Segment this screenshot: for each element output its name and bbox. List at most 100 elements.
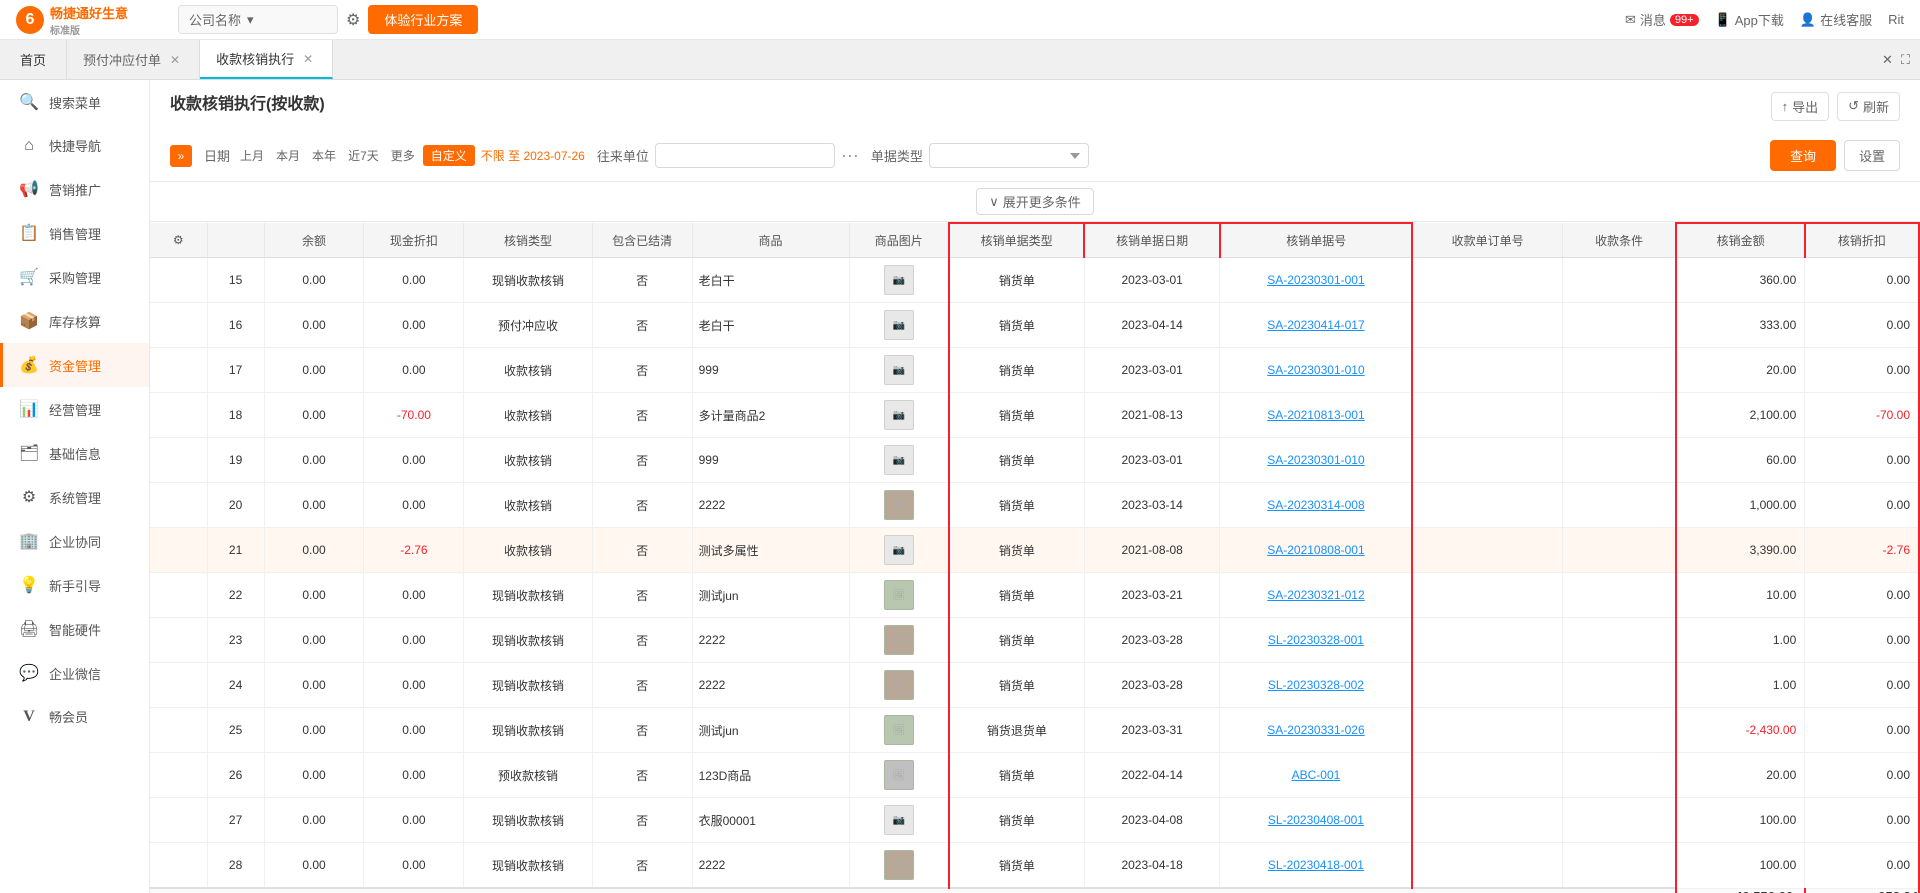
sidebar-item-search[interactable]: 🔍 搜索菜单: [0, 80, 149, 124]
wechat-icon: 💬: [19, 663, 39, 683]
sidebar-item-corp[interactable]: 🏢 企业协同: [0, 519, 149, 563]
cell-receipt-cond: [1562, 528, 1676, 573]
cell-bill-no[interactable]: SL-20230418-001: [1220, 843, 1413, 889]
maximize-icon[interactable]: ⛶: [1901, 52, 1910, 68]
cell-write-amount: 100.00: [1676, 843, 1804, 889]
cell-balance: 0.00: [264, 708, 364, 753]
sidebar-item-hardware[interactable]: 🖨 智能硬件: [0, 607, 149, 651]
close-window-icon[interactable]: ✕: [1882, 52, 1893, 68]
messages-btn[interactable]: ✉ 消息 99+: [1625, 10, 1699, 29]
tab-home[interactable]: 首页: [0, 40, 67, 79]
sidebar-item-finance[interactable]: 💰 资金管理: [0, 343, 149, 387]
cell-bill-no[interactable]: SA-20230301-010: [1220, 348, 1413, 393]
cell-goods: 999: [692, 438, 849, 483]
cell-bill-no[interactable]: SA-20230321-012: [1220, 573, 1413, 618]
col-receipt-order-no: 收款单订单号: [1412, 223, 1562, 258]
gear-icon[interactable]: ⚙: [346, 10, 360, 30]
industry-btn[interactable]: 体验行业方案: [368, 5, 478, 34]
partner-input[interactable]: [655, 143, 835, 168]
date-opt-this-year[interactable]: 本年: [308, 145, 340, 166]
cell-bill-no[interactable]: SA-20210808-001: [1220, 528, 1413, 573]
cell-bill-no[interactable]: SL-20230408-001: [1220, 798, 1413, 843]
top-bar-center: 公司名称 ▾ ⚙ 体验行业方案: [178, 5, 1613, 34]
cell-bill-no[interactable]: SA-20230331-026: [1220, 708, 1413, 753]
user-profile[interactable]: Rit: [1888, 12, 1904, 27]
cell-bill-no[interactable]: ABC-001: [1220, 753, 1413, 798]
sidebar-item-operation[interactable]: 📊 经营管理: [0, 387, 149, 431]
sidebar-item-purchase[interactable]: 🛒 采购管理: [0, 255, 149, 299]
filter-setting-btn[interactable]: 设置: [1844, 140, 1900, 171]
sidebar-item-quick[interactable]: ⌂ 快捷导航: [0, 124, 149, 167]
query-btn[interactable]: 查询: [1770, 140, 1836, 171]
date-custom-btn[interactable]: 自定义: [423, 145, 475, 166]
date-opt-last-month[interactable]: 上月: [236, 145, 268, 166]
cell-write-type: 现销收款核销: [464, 708, 592, 753]
col-settings[interactable]: ⚙: [150, 223, 207, 258]
bill-type-filter-group: 单据类型: [871, 143, 1089, 168]
tab-prepay-close[interactable]: ✕: [167, 52, 183, 68]
cell-goods-img: 🖼: [849, 483, 949, 528]
sidebar-item-marketing[interactable]: 📢 营销推广: [0, 167, 149, 211]
sidebar-item-guide[interactable]: 💡 新手引导: [0, 563, 149, 607]
sidebar-item-inventory[interactable]: 📦 库存核算: [0, 299, 149, 343]
app-download-btn[interactable]: 📱 App下载: [1715, 10, 1784, 29]
cell-balance: 0.00: [264, 303, 364, 348]
expand-more-btn[interactable]: ∨ 展开更多条件: [976, 188, 1094, 215]
more-options-icon[interactable]: ···: [841, 145, 859, 166]
table-row: 19 0.00 0.00 收款核销 否 999 📷 销货单 2023-03-01…: [150, 438, 1919, 483]
cell-bill-no[interactable]: SL-20230328-001: [1220, 618, 1413, 663]
table-row: 26 0.00 0.00 预收款核销 否 123D商品 🖼 销货单 2022-0…: [150, 753, 1919, 798]
cell-goods: 老白干: [692, 258, 849, 303]
cell-write-type: 现销收款核销: [464, 573, 592, 618]
tab-receipt-close[interactable]: ✕: [300, 51, 316, 67]
cell-bill-no[interactable]: SA-20230301-010: [1220, 438, 1413, 483]
sidebar-label-marketing: 营销推广: [49, 180, 101, 199]
partner-label: 往来单位: [597, 146, 649, 165]
export-btn[interactable]: ↑ 导出: [1771, 92, 1830, 121]
tab-receipt[interactable]: 收款核销执行 ✕: [200, 40, 333, 79]
sidebar-item-system[interactable]: ⚙ 系统管理: [0, 475, 149, 519]
filter-expand-btn[interactable]: »: [170, 145, 192, 167]
bill-type-select[interactable]: [929, 143, 1089, 168]
tab-prepay[interactable]: 预付冲应付单 ✕: [67, 40, 200, 79]
cell-write-discount: -2.76: [1805, 528, 1919, 573]
cell-bill-type: 销货单: [949, 618, 1085, 663]
cell-num: 24: [207, 663, 264, 708]
sidebar-label-hardware: 智能硬件: [49, 620, 101, 639]
refresh-btn[interactable]: ↺ 刷新: [1837, 92, 1900, 121]
cell-bill-no[interactable]: SA-20210813-001: [1220, 393, 1413, 438]
cell-bill-date: 2023-03-28: [1084, 663, 1220, 708]
sidebar-item-basic[interactable]: 🗂 基础信息: [0, 431, 149, 475]
cell-bill-no[interactable]: SA-20230314-008: [1220, 483, 1413, 528]
page-header: 收款核销执行(按收款) ↑ 导出 ↺ 刷新: [150, 80, 1920, 130]
date-opt-more[interactable]: 更多: [387, 145, 419, 166]
message-icon: ✉: [1625, 12, 1636, 28]
cell-write-type: 现销收款核销: [464, 663, 592, 708]
cell-receipt-cond: [1562, 573, 1676, 618]
cell-bill-no[interactable]: SL-20230328-002: [1220, 663, 1413, 708]
company-select[interactable]: 公司名称 ▾: [178, 5, 338, 34]
table-row: 24 0.00 0.00 现销收款核销 否 2222 🖼 销货单 2023-03…: [150, 663, 1919, 708]
table-header-row: ⚙ 余额 现金折扣 核销类型 包含已结清 商品 商品图片 核销单据类型 核销单据…: [150, 223, 1919, 258]
cell-receipt-order-no: [1412, 303, 1562, 348]
sidebar-label-corp: 企业协同: [49, 532, 101, 551]
date-opt-this-month[interactable]: 本月: [272, 145, 304, 166]
cell-receipt-cond: [1562, 753, 1676, 798]
sidebar-item-member[interactable]: V 畅会员: [0, 695, 149, 738]
cell-bill-date: 2023-03-01: [1084, 258, 1220, 303]
sidebar-item-sales[interactable]: 📋 销售管理: [0, 211, 149, 255]
cell-receipt-cond: [1562, 618, 1676, 663]
cell-cash-discount: 0.00: [364, 843, 464, 889]
cell-included: 否: [592, 708, 692, 753]
cell-included: 否: [592, 348, 692, 393]
cell-bill-no[interactable]: SA-20230301-001: [1220, 258, 1413, 303]
table-row: 28 0.00 0.00 现销收款核销 否 2222 🖼 销货单 2023-04…: [150, 843, 1919, 889]
online-service-btn[interactable]: 👤 在线客服: [1800, 10, 1872, 29]
basic-icon: 🗂: [19, 443, 39, 463]
home-icon: ⌂: [19, 137, 39, 155]
date-opt-7days[interactable]: 近7天: [344, 145, 383, 166]
cell-bill-no[interactable]: SA-20230414-017: [1220, 303, 1413, 348]
sidebar-item-wechat[interactable]: 💬 企业微信: [0, 651, 149, 695]
cell-write-amount: 20.00: [1676, 348, 1804, 393]
cell-bill-date: 2022-04-14: [1084, 753, 1220, 798]
